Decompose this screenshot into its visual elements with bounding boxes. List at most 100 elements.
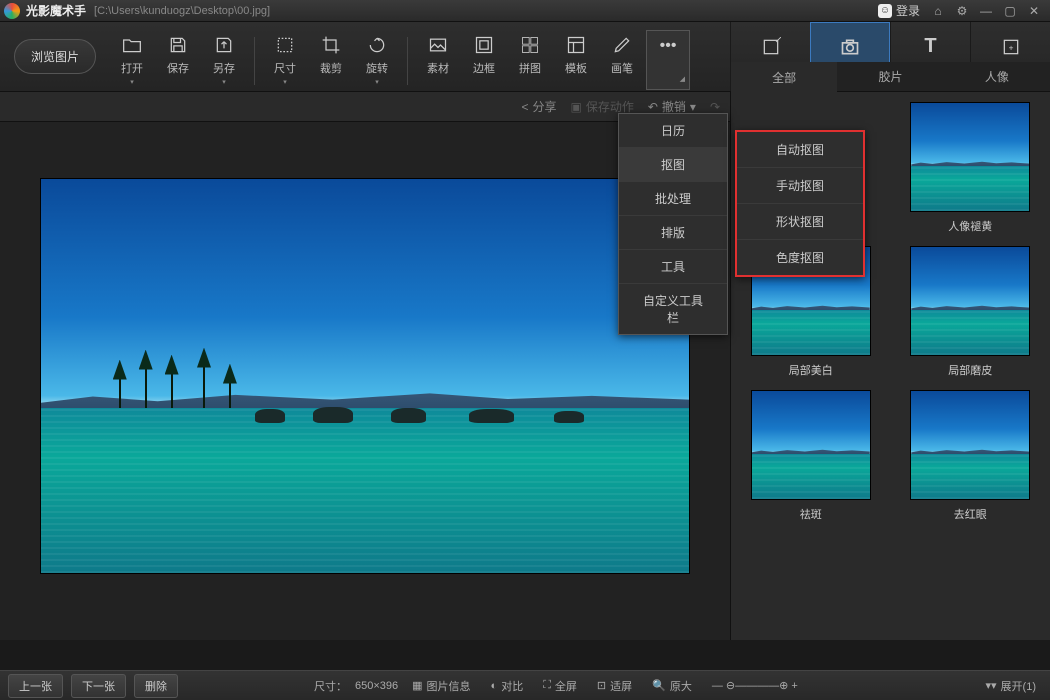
tool-more[interactable]: •••...◢ [646, 30, 690, 90]
tool-label: 画笔 [611, 60, 633, 76]
tool-collage[interactable]: 拼图 [508, 30, 552, 80]
redo-button[interactable]: ↷ [710, 100, 720, 114]
effect-category-tabs: 全部 胶片 人像 [731, 62, 1050, 92]
compare-icon: ◐ [491, 680, 498, 692]
menu-cutout[interactable]: 抠图 [619, 148, 727, 182]
tool-label: 边框 [473, 60, 495, 76]
rtab-label: 人像 [985, 68, 1009, 85]
thumb-label: 局部磨皮 [948, 362, 992, 378]
login-button[interactable]: ☺ 登录 [878, 2, 920, 19]
tool-save[interactable]: 保存 [156, 30, 200, 80]
tool-label: 打开 [121, 60, 143, 76]
minimize-icon[interactable]: — [974, 2, 998, 20]
menu-label: 自定义工具栏 [643, 294, 703, 325]
menu-calendar[interactable]: 日历 [619, 114, 727, 148]
crop-icon [320, 34, 342, 56]
btn-label: 上一张 [19, 681, 52, 693]
compare-button[interactable]: ◐对比 [485, 678, 530, 694]
menu-label: 自动抠图 [776, 143, 824, 157]
menu-batch[interactable]: 批处理 [619, 182, 727, 216]
thumb-item[interactable]: 人像褪黄 [901, 102, 1041, 234]
share-button[interactable]: < 分享 [521, 98, 556, 115]
title-bar: 光影魔术手 [C:\Users\kunduogz\Desktop\00.jpg]… [0, 0, 1050, 22]
tool-label: 尺寸 [274, 60, 296, 76]
bitem-label: 图片信息 [427, 678, 471, 694]
tool-group: 打开▾ 保存 另存▾ 尺寸▾ 裁剪 旋转▾ 素材 边框 拼图 模板 画笔 •••… [110, 22, 690, 92]
home-icon[interactable]: ⌂ [926, 2, 950, 20]
canvas-image[interactable] [40, 178, 690, 574]
text-icon: T [919, 35, 943, 59]
fullscreen-button[interactable]: ⛶全屏 [537, 678, 583, 694]
menu-layout[interactable]: 排版 [619, 216, 727, 250]
tool-crop[interactable]: 裁剪 [309, 30, 353, 80]
tool-template[interactable]: 模板 [554, 30, 598, 80]
thumb-item[interactable]: 祛斑 [741, 390, 881, 522]
more-icon: ••• [657, 35, 679, 57]
content-area: <分享 ▣ 保存动作 ↶ 撤销 ▾ ↷ 全部 胶片 人像 人像褪黄 局部美白 局… [0, 92, 1050, 640]
tool-saveas[interactable]: 另存▾ [202, 30, 246, 92]
rtab-film[interactable]: 胶片 [837, 62, 943, 92]
browse-button[interactable]: 浏览图片 [14, 39, 96, 74]
bitem-label: 对比 [501, 678, 523, 694]
app-name: 光影魔术手 [26, 2, 86, 19]
image-info-button[interactable]: ▦ 图片信息 [406, 678, 476, 694]
login-label: 登录 [896, 2, 920, 19]
original-size-button[interactable]: 🔍原大 [646, 678, 698, 694]
menu-label: 抠图 [661, 158, 685, 172]
browse-label: 浏览图片 [31, 50, 79, 64]
submenu-chroma-cutout[interactable]: 色度抠图 [737, 240, 863, 275]
frame-icon [473, 34, 495, 56]
more-menu: 日历 抠图 批处理 排版 工具 自定义工具栏 [618, 113, 728, 335]
maximize-icon[interactable]: ▢ [998, 2, 1022, 20]
menu-tools[interactable]: 工具 [619, 250, 727, 284]
thumb-label: 祛斑 [800, 506, 822, 522]
share-label: 分享 [532, 98, 556, 115]
fit-button[interactable]: ⊡适屏 [591, 678, 638, 694]
rtab-all[interactable]: 全部 [731, 62, 837, 92]
submenu-auto-cutout[interactable]: 自动抠图 [737, 132, 863, 168]
settings-icon[interactable]: ⚙ [950, 2, 974, 20]
thumbnail-image [751, 390, 871, 500]
tool-label: 拼图 [519, 60, 541, 76]
thumb-item[interactable]: 局部磨皮 [901, 246, 1041, 378]
app-logo-icon [4, 3, 20, 19]
tool-label: 旋转 [366, 60, 388, 76]
rtab-label: 全部 [772, 69, 796, 86]
submenu-shape-cutout[interactable]: 形状抠图 [737, 204, 863, 240]
delete-button[interactable]: 删除 [134, 674, 178, 698]
bitem-label: 适屏 [610, 678, 632, 694]
adjust-icon [759, 35, 783, 59]
close-icon[interactable]: ✕ [1022, 2, 1046, 20]
thumbnail-image [910, 102, 1030, 212]
prev-button[interactable]: 上一张 [8, 674, 63, 698]
tool-open[interactable]: 打开▾ [110, 30, 154, 92]
size-value: 650×396 [355, 680, 398, 692]
next-button[interactable]: 下一张 [71, 674, 126, 698]
share-icon: < [521, 100, 528, 114]
rtab-portrait[interactable]: 人像 [944, 62, 1050, 92]
menu-label: 排版 [661, 226, 685, 240]
btn-label: 删除 [145, 681, 167, 693]
tool-material[interactable]: 素材 [416, 30, 460, 80]
face-icon: ☺ [878, 4, 892, 18]
btn-label: 下一张 [82, 681, 115, 693]
tool-frame[interactable]: 边框 [462, 30, 506, 80]
save-icon [167, 34, 189, 56]
expand-button[interactable]: ▾▾ 展开(1) [980, 678, 1043, 694]
menu-label: 工具 [661, 260, 685, 274]
bitem-label: 展开(1) [1001, 678, 1036, 694]
bitem-label: 原大 [670, 678, 692, 694]
submenu-manual-cutout[interactable]: 手动抠图 [737, 168, 863, 204]
status-bar: 上一张 下一张 删除 尺寸： 650×396 ▦图片信息 ◐对比 ⛶全屏 ⊡适屏… [0, 670, 1050, 700]
tool-size[interactable]: 尺寸▾ [263, 30, 307, 92]
tool-label: 模板 [565, 60, 587, 76]
brush-icon [611, 34, 633, 56]
tool-label: 保存 [167, 60, 189, 76]
zoom-slider[interactable]: — ⊖————⊕ + [706, 679, 804, 692]
info-icon: ▦ [412, 679, 422, 692]
menu-label: 形状抠图 [776, 215, 824, 229]
tool-brush[interactable]: 画笔 [600, 30, 644, 80]
menu-customize[interactable]: 自定义工具栏 [619, 284, 727, 334]
thumb-item[interactable]: 去红眼 [901, 390, 1041, 522]
tool-rotate[interactable]: 旋转▾ [355, 30, 399, 92]
